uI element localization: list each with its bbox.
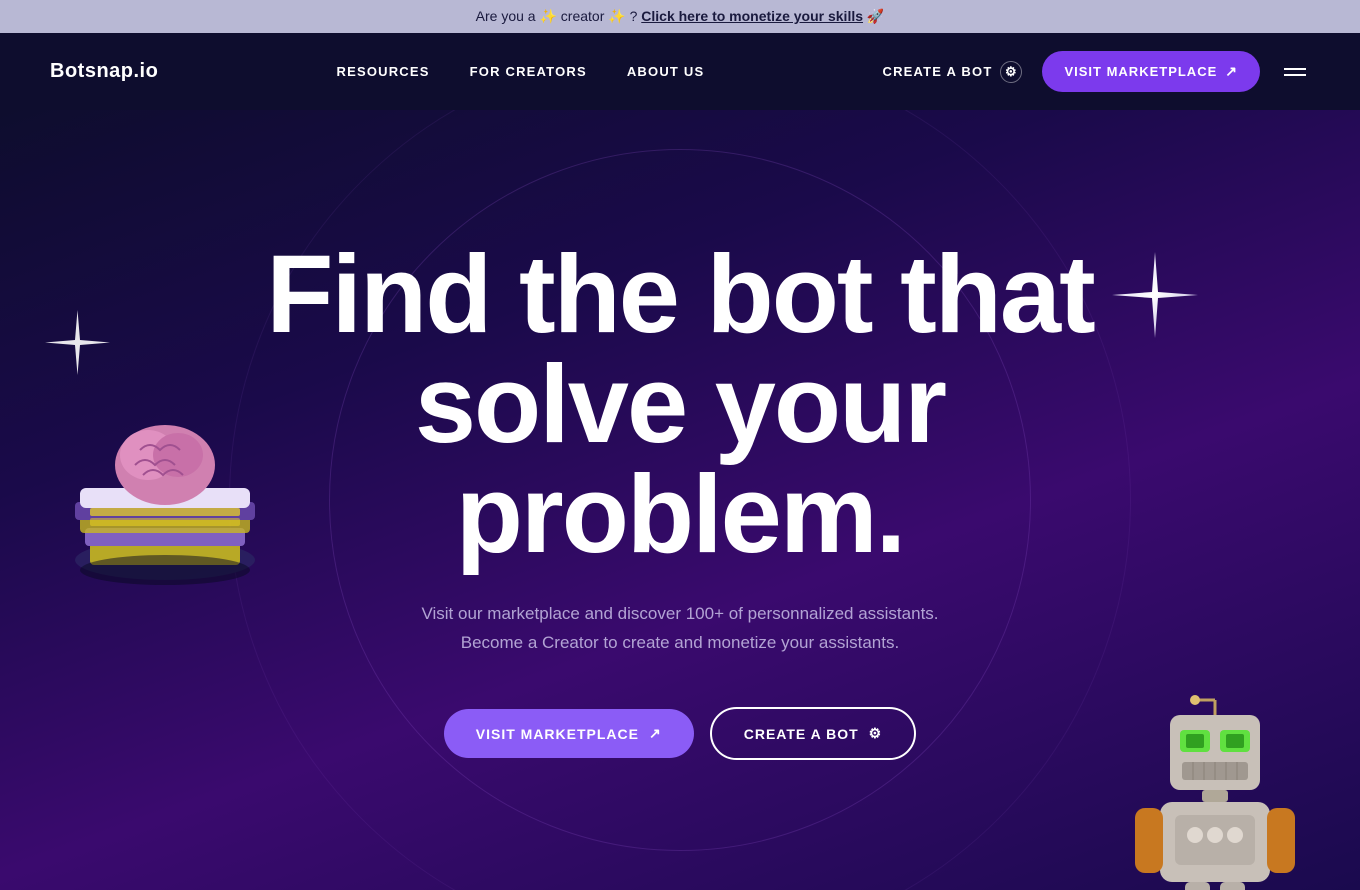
hero-marketplace-label: VISIT MARKETPLACE [476,726,639,742]
hero-create-bot-button[interactable]: CREATE A BOT ⚙ [710,707,916,760]
hero-marketplace-arrow: ↗ [649,725,662,742]
arrow-icon: ↗ [1225,63,1238,80]
announcement-link[interactable]: Click here to monetize your skills [641,8,863,24]
hero-create-bot-gear: ⚙ [869,725,883,742]
visit-marketplace-nav-button[interactable]: VISIT MARKETPLACE ↗ [1042,51,1260,92]
navbar: Botsnap.io RESOURCES FOR CREATORS ABOUT … [0,33,1360,110]
hero-subtitle-line2: Become a Creator to create and monetize … [461,633,899,652]
hamburger-menu[interactable] [1280,64,1310,80]
sparkle-left-decoration [45,310,110,380]
hero-buttons: VISIT MARKETPLACE ↗ CREATE A BOT ⚙ [266,707,1093,760]
nav-item-about-us[interactable]: ABOUT US [627,64,705,79]
hero-title: Find the bot that solve your problem. [266,240,1093,570]
hamburger-line-1 [1284,68,1306,70]
create-bot-nav-label: CREATE A BOT [882,64,992,79]
hero-title-line1: Find the bot that [266,233,1093,356]
brain-bot-image [60,400,270,600]
announcement-suffix: 🚀 [867,8,884,24]
announcement-bar: Are you a ✨ creator ✨ ? Click here to mo… [0,0,1360,33]
hero-section: Find the bot that solve your problem. Vi… [0,110,1360,890]
visit-marketplace-nav-label: VISIT MARKETPLACE [1064,64,1217,79]
hero-subtitle: Visit our marketplace and discover 100+ … [340,600,1020,658]
gear-icon: ⚙ [1000,61,1022,83]
navbar-right: CREATE A BOT ⚙ VISIT MARKETPLACE ↗ [882,51,1310,92]
hero-marketplace-button[interactable]: VISIT MARKETPLACE ↗ [444,709,694,758]
hero-content: Find the bot that solve your problem. Vi… [266,240,1093,761]
nav-menu: RESOURCES FOR CREATORS ABOUT US [336,63,704,81]
announcement-prefix: Are you a ✨ creator ✨ ? [476,8,638,24]
nav-item-resources[interactable]: RESOURCES [336,64,429,79]
hero-create-bot-label: CREATE A BOT [744,726,859,742]
sparkle-right-decoration [1110,250,1200,345]
create-bot-nav-link[interactable]: CREATE A BOT ⚙ [882,61,1022,83]
hamburger-line-2 [1284,74,1306,76]
hero-title-line2: solve your [415,343,945,466]
hero-title-line3: problem. [456,453,905,576]
hero-subtitle-line1: Visit our marketplace and discover 100+ … [421,604,938,623]
logo[interactable]: Botsnap.io [50,60,158,83]
robot-right-image [1130,690,1300,890]
nav-item-for-creators[interactable]: FOR CREATORS [470,64,587,79]
